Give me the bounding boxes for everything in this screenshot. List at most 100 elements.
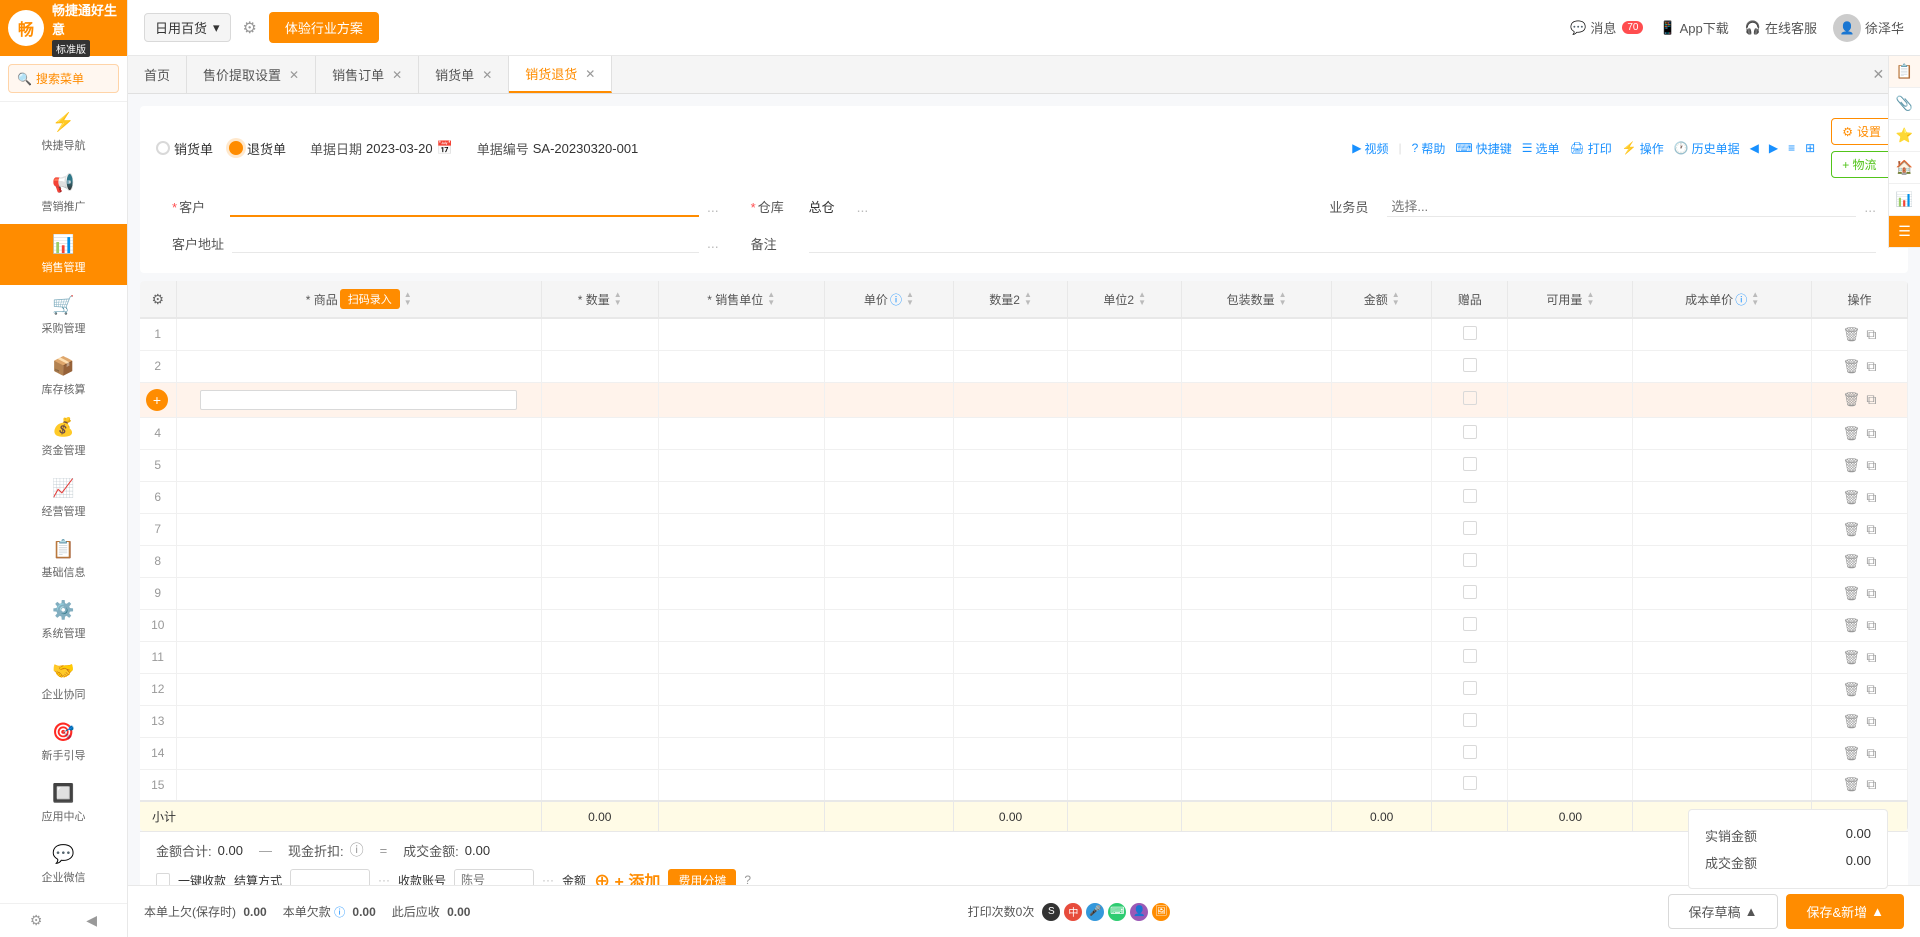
view-grid-icon[interactable]: ⊞ [1805,141,1815,155]
right-panel-chart-icon[interactable]: 📊 [1889,184,1920,216]
address-dots[interactable]: ... [707,235,719,251]
nav-next-icon[interactable]: ▶ [1769,141,1778,155]
sidebar-item-sales[interactable]: 📊 销售管理 [0,224,127,285]
settings-button[interactable]: ⚙ 设置 [1831,118,1892,145]
logistics-button[interactable]: + 物流 [1831,151,1892,178]
copy-row-icon[interactable]: ⧉ [1866,649,1876,666]
price-info-icon[interactable]: ⓘ [890,291,902,308]
salesperson-dots[interactable]: ... [1864,199,1876,215]
app-download-item[interactable]: 📱 App下载 [1659,18,1728,37]
right-panel-attach-icon[interactable]: 📎 [1889,88,1920,120]
delete-row-icon[interactable]: 🗑 [1843,425,1861,442]
copy-row-icon[interactable]: ⧉ [1866,521,1876,538]
right-panel-table-icon[interactable]: 📋 [1889,56,1920,88]
copy-row-icon[interactable]: ⧉ [1866,391,1876,408]
sort-arrows-price[interactable]: ▲ ▼ [906,291,914,307]
sidebar-item-system[interactable]: ⚙️ 系统管理 [0,590,127,651]
delete-row-icon[interactable]: 🗑 [1843,326,1861,343]
sidebar-item-basic[interactable]: 📋 基础信息 [0,529,127,590]
sidebar-item-quick[interactable]: ⚡ 快捷导航 [0,102,127,163]
copy-row-icon[interactable]: ⧉ [1866,553,1876,570]
collapse-icon[interactable]: ◀ [86,912,97,929]
copy-row-icon[interactable]: ⧉ [1866,745,1876,762]
sidebar-item-guide[interactable]: 🎯 新手引导 [0,712,127,773]
copy-row-icon[interactable]: ⧉ [1866,585,1876,602]
copy-row-icon[interactable]: ⧉ [1866,713,1876,730]
payment-method-dots[interactable]: ··· [378,873,390,885]
delete-row-icon[interactable]: 🗑 [1843,358,1861,375]
sidebar-item-member[interactable]: V 畅会员 [0,895,127,903]
gift-checkbox[interactable] [1463,617,1477,631]
nav-prev-icon[interactable]: ◀ [1750,141,1759,155]
gift-checkbox[interactable] [1463,326,1477,340]
save-draft-button[interactable]: 保存草稿 ▲ [1668,894,1779,929]
gift-checkbox[interactable] [1463,358,1477,372]
right-panel-home-icon[interactable]: 🏠 [1889,152,1920,184]
gift-checkbox[interactable] [1463,521,1477,535]
sort-arrows-product[interactable]: ▲ ▼ [404,291,412,307]
delete-row-icon[interactable]: 🗑 [1843,457,1861,474]
gift-checkbox[interactable] [1463,457,1477,471]
payment-account-input[interactable] [454,869,534,885]
tab-home[interactable]: 首页 [128,56,187,93]
radio-return[interactable]: 退货单 [229,139,286,158]
settings-bottom-icon[interactable]: ⚙ [30,912,43,929]
add-item-button[interactable]: ⊕ + 添加 [594,868,660,885]
sort-arrows-qty[interactable]: ▲ ▼ [614,291,622,307]
tab-close-sale-price[interactable]: ✕ [289,68,299,82]
gift-checkbox[interactable] [1463,745,1477,759]
history-link[interactable]: 🕐 历史单据 [1674,140,1740,157]
topbar-gear-icon[interactable]: ⚙ [243,18,257,38]
fee-split-button[interactable]: 费用分摊 [668,869,736,886]
sort-arrows-cost[interactable]: ▲ ▼ [1751,291,1759,307]
sort-arrows-pack[interactable]: ▲ ▼ [1279,291,1287,307]
gift-checkbox[interactable] [1463,489,1477,503]
sidebar-item-wechat[interactable]: 💬 企业微信 [0,834,127,895]
copy-row-icon[interactable]: ⧉ [1866,457,1876,474]
mic-icon[interactable]: 🎤 [1086,903,1104,921]
tab-close-all-icon[interactable]: ✕ [1869,62,1889,87]
sidebar-item-purchase[interactable]: 🛒 采购管理 [0,285,127,346]
sort-arrows-amount[interactable]: ▲ ▼ [1392,291,1400,307]
notes-input[interactable] [809,233,1876,253]
tab-close-sale-order[interactable]: ✕ [392,68,402,82]
demo-button[interactable]: 体验行业方案 [269,12,379,43]
copy-row-icon[interactable]: ⧉ [1866,681,1876,698]
delete-row-icon[interactable]: 🗑 [1843,617,1861,634]
delete-row-icon[interactable]: 🗑 [1843,713,1861,730]
gift-checkbox[interactable] [1463,391,1477,405]
delete-row-icon[interactable]: 🗑 [1843,649,1861,666]
cost-info-icon[interactable]: ⓘ [1735,291,1747,308]
search-menu-button[interactable]: 🔍 搜索菜单 [8,64,119,93]
delete-row-icon[interactable]: 🗑 [1843,585,1861,602]
sidebar-item-inventory[interactable]: 📦 库存核算 [0,346,127,407]
shortcut-link[interactable]: ⌨ 快捷键 [1455,140,1511,157]
col-gear-icon[interactable]: ⚙ [151,291,164,307]
operate-link[interactable]: ⚡ 操作 [1622,140,1664,157]
sidebar-item-marketing[interactable]: 📢 营销推广 [0,163,127,224]
select-link[interactable]: ☰ 选单 [1522,140,1560,157]
copy-row-icon[interactable]: ⧉ [1866,776,1876,793]
address-input[interactable] [232,233,699,253]
tab-close-sale-delivery[interactable]: ✕ [482,68,492,82]
delete-row-icon[interactable]: 🗑 [1843,391,1861,408]
sidebar-item-finance[interactable]: 💰 资金管理 [0,407,127,468]
tab-sale-return[interactable]: 销货退货 ✕ [509,56,612,93]
calendar-icon[interactable]: 📅 [437,140,453,156]
copy-row-icon[interactable]: ⧉ [1866,425,1876,442]
gift-checkbox[interactable] [1463,649,1477,663]
sort-arrows-unit2[interactable]: ▲ ▼ [1138,291,1146,307]
delete-row-icon[interactable]: 🗑 [1843,489,1861,506]
payment-checkbox[interactable] [156,873,170,885]
debt-info-icon[interactable]: ⓘ [334,907,345,919]
gift-checkbox[interactable] [1463,713,1477,727]
radio-sale[interactable]: 销货单 [156,139,213,158]
notification-item[interactable]: 💬 消息 70 [1570,18,1643,37]
copy-row-icon[interactable]: ⧉ [1866,617,1876,634]
customer-dots[interactable]: ... [707,199,719,215]
product-input[interactable] [200,390,517,410]
right-panel-star-icon[interactable]: ⭐ [1889,120,1920,152]
payment-account-dots[interactable]: ··· [542,873,554,885]
tab-sale-price[interactable]: 售价提取设置 ✕ [187,56,316,93]
tab-sale-order[interactable]: 销售订单 ✕ [316,56,419,93]
